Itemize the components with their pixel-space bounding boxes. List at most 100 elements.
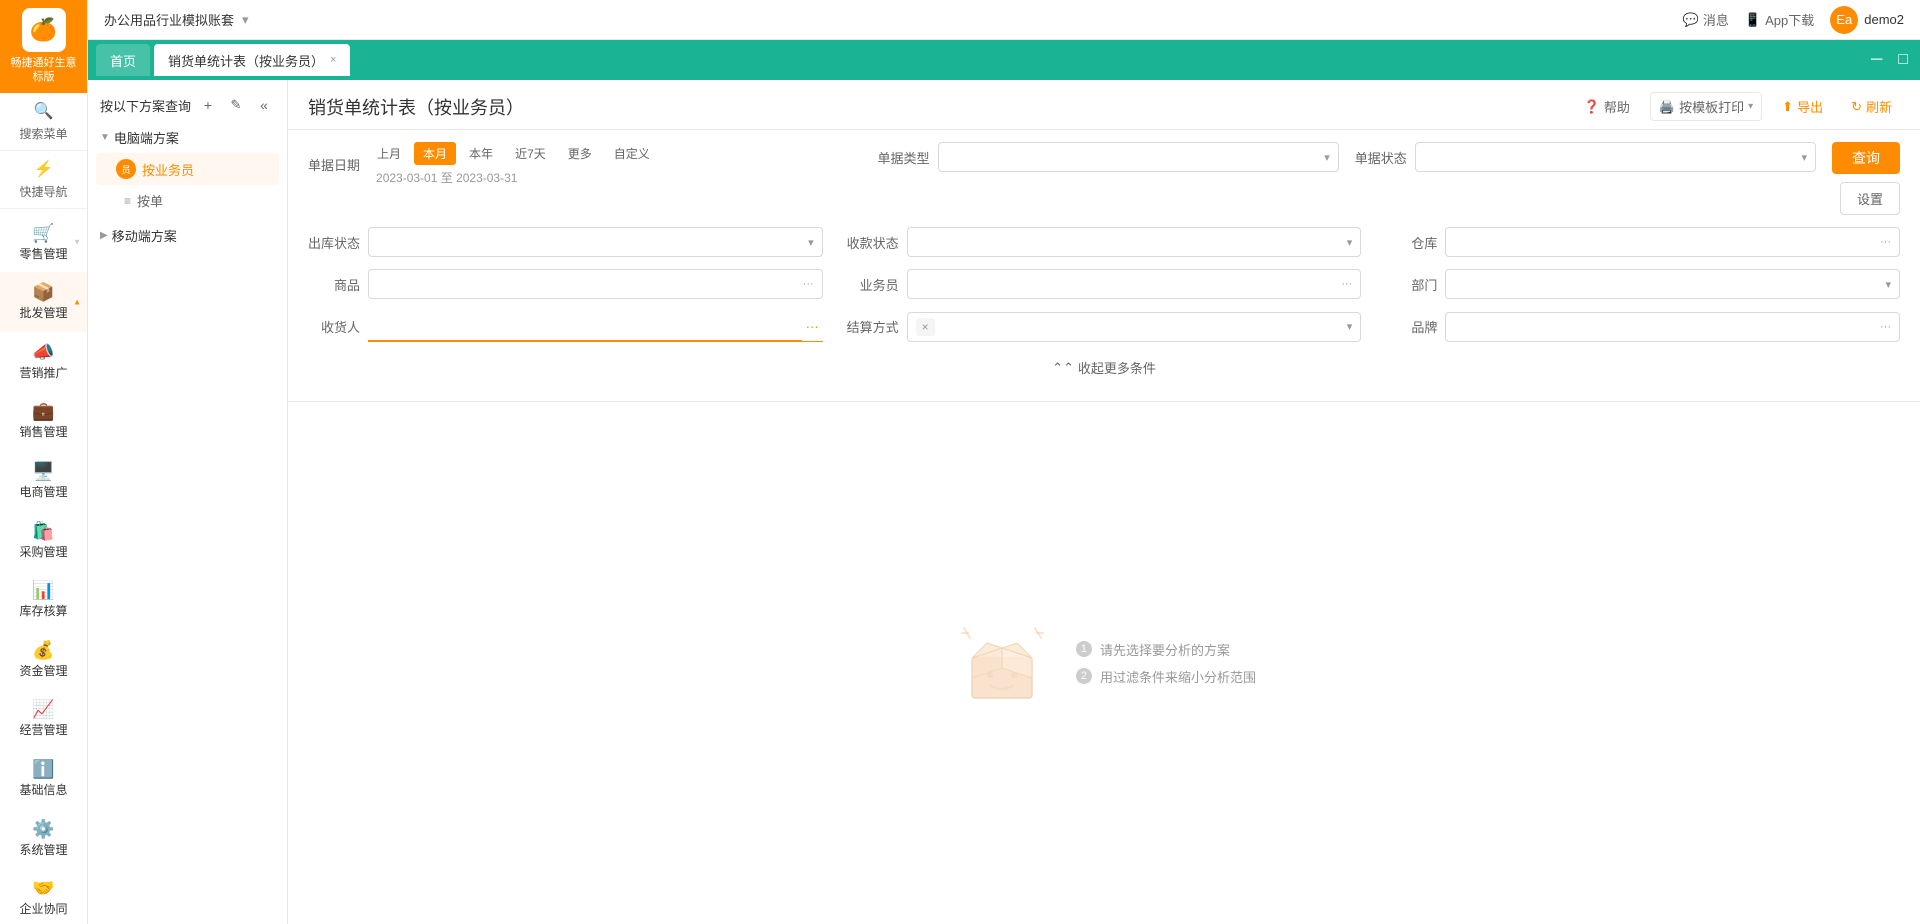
doc-type-label: 单据类型 xyxy=(878,148,930,167)
left-panel-title: 按以下方案查询 xyxy=(100,96,191,115)
sidebar-item-retail[interactable]: 🛒 零售管理 ▼ xyxy=(0,213,87,273)
schema-item-by-order[interactable]: ≡ 按单 xyxy=(96,185,279,216)
group-expand-icon: ▼ xyxy=(100,132,110,143)
search-icon: 🔍 xyxy=(34,101,54,121)
help-button[interactable]: ❓ 帮助 xyxy=(1576,93,1638,120)
goods-label: 商品 xyxy=(308,275,360,294)
settlement-tag-item: × xyxy=(916,318,935,336)
refresh-label: 刷新 xyxy=(1866,97,1892,116)
sidebar-item-basic[interactable]: ℹ️ 基础信息 xyxy=(0,749,87,809)
date-btn-this-month[interactable]: 本月 xyxy=(414,142,456,165)
mobile-schema-label: 移动端方案 xyxy=(112,226,177,245)
user-menu[interactable]: Ea demo2 xyxy=(1830,6,1904,34)
setting-button[interactable]: 设置 xyxy=(1840,182,1900,215)
tabbar: 首页 销货单统计表（按业务员） × ─ □ xyxy=(88,40,1920,80)
edit-schema-button[interactable]: ✎ xyxy=(225,94,247,116)
tab-home[interactable]: 首页 xyxy=(96,44,150,76)
doc-status-select[interactable]: ▾ xyxy=(1415,142,1816,172)
sidebar-search[interactable]: 🔍 搜索菜单 xyxy=(0,93,87,151)
collapse-label: 收起更多条件 xyxy=(1078,358,1156,377)
sidebar-item-ecommerce[interactable]: 🖥️ 电商管理 xyxy=(0,451,87,511)
filter-area: 单据日期 上月 本月 本年 近7天 更多 自定义 2023-03-01 至 20… xyxy=(288,130,1920,402)
desktop-schema-label: 电脑端方案 xyxy=(114,128,179,147)
date-btn-last-7[interactable]: 近7天 xyxy=(506,142,555,165)
sidebar-item-inventory[interactable]: 📊 库存核算 xyxy=(0,570,87,630)
page-title: 销货单统计表（按业务员） xyxy=(308,94,524,120)
collapse-panel-button[interactable]: « xyxy=(253,94,275,116)
tip-num-2: 2 xyxy=(1076,668,1092,684)
tab-active[interactable]: 销货单统计表（按业务员） × xyxy=(154,44,350,76)
app-download-label: App下载 xyxy=(1765,10,1814,29)
tip-text-2: 用过滤条件来缩小分析范围 xyxy=(1100,667,1256,686)
salesperson-label: 业务员 xyxy=(847,275,899,294)
collapse-row: ⌃⌃ 收起更多条件 xyxy=(308,346,1900,389)
mobile-schema-group-header[interactable]: ▶ 移动端方案 xyxy=(96,220,279,251)
tab-minimize-icon[interactable]: ─ xyxy=(1867,47,1886,73)
print-icon: 🖨️ xyxy=(1659,99,1675,115)
logo[interactable]: 🍊 畅捷通好生意 标版 xyxy=(0,0,87,93)
settlement-tag-close[interactable]: × xyxy=(922,320,929,334)
query-button[interactable]: 查询 xyxy=(1832,142,1900,174)
sidebar-item-marketing[interactable]: 📣 营销推广 xyxy=(0,332,87,392)
doc-status-arrow: ▾ xyxy=(1801,151,1807,164)
refresh-button[interactable]: ↻ 刷新 xyxy=(1843,93,1900,120)
receiver-input[interactable] xyxy=(368,311,802,341)
sidebar-item-finance[interactable]: 💰 资金管理 xyxy=(0,630,87,690)
out-status-label: 出库状态 xyxy=(308,233,360,252)
payment-status-select[interactable]: ▾ xyxy=(907,227,1362,257)
print-button[interactable]: 🖨️ 按模板打印 ▾ xyxy=(1650,92,1762,121)
app-download-button[interactable]: 📱 App下载 xyxy=(1745,10,1814,29)
sidebar-item-operations[interactable]: 📈 经营管理 xyxy=(0,689,87,749)
sidebar-menu: 🛒 零售管理 ▼ 📦 批发管理 ▲ 📣 营销推广 💼 销售管理 🖥️ 电商管理 … xyxy=(0,209,87,924)
desktop-schema-group-header[interactable]: ▼ 电脑端方案 xyxy=(96,122,279,153)
out-status-select[interactable]: ▾ xyxy=(368,227,823,257)
department-label: 部门 xyxy=(1385,275,1437,294)
right-panel: 销货单统计表（按业务员） ❓ 帮助 🖨️ 按模板打印 ▾ ⬆ 导出 xyxy=(288,80,1920,924)
warehouse-select[interactable]: ··· xyxy=(1445,227,1900,257)
export-button[interactable]: ⬆ 导出 xyxy=(1774,93,1831,120)
sidebar-quicknav[interactable]: ⚡ 快捷导航 xyxy=(0,151,87,209)
schema-item-by-salesperson[interactable]: 员 按业务员 xyxy=(96,153,279,185)
sidebar-item-purchase[interactable]: 🛍️ 采购管理 xyxy=(0,511,87,571)
department-select[interactable]: ▾ xyxy=(1445,269,1900,299)
sidebar-item-sales[interactable]: 💼 销售管理 xyxy=(0,391,87,451)
tab-close-icon[interactable]: × xyxy=(330,54,336,66)
date-btn-custom[interactable]: 自定义 xyxy=(605,142,659,165)
print-label: 按模板打印 xyxy=(1679,97,1744,116)
sidebar-item-retail-label: 零售管理 xyxy=(19,247,67,263)
collapse-icon: « xyxy=(260,97,268,113)
sidebar-item-enterprise[interactable]: 🤝 企业协同 xyxy=(0,868,87,924)
page-header: 销货单统计表（按业务员） ❓ 帮助 🖨️ 按模板打印 ▾ ⬆ 导出 xyxy=(288,80,1920,130)
topbar-title: 办公用品行业模拟账套 xyxy=(104,10,234,29)
tab-maximize-icon[interactable]: □ xyxy=(1894,47,1912,73)
doc-type-arrow: ▾ xyxy=(1324,151,1330,164)
date-btn-more[interactable]: 更多 xyxy=(559,142,601,165)
brand-label: 品牌 xyxy=(1385,317,1437,336)
brand-select[interactable]: ··· xyxy=(1445,312,1900,342)
purchase-icon: 🛍️ xyxy=(32,521,54,542)
add-icon: + xyxy=(204,97,212,113)
topbar-dropdown-arrow[interactable]: ▾ xyxy=(242,12,249,28)
receiver-dots[interactable]: ··· xyxy=(802,319,823,334)
help-label: 帮助 xyxy=(1604,97,1630,116)
date-btn-last-month[interactable]: 上月 xyxy=(368,142,410,165)
collapse-button[interactable]: ⌃⌃ 收起更多条件 xyxy=(1040,354,1168,381)
settlement-label: 结算方式 xyxy=(847,317,899,336)
salesperson-select[interactable]: ··· xyxy=(907,269,1362,299)
date-btn-this-year[interactable]: 本年 xyxy=(460,142,502,165)
settlement-select[interactable]: × ▾ xyxy=(907,312,1362,342)
empty-state: 1 请先选择要分析的方案 2 用过滤条件来缩小分析范围 xyxy=(952,613,1256,713)
doc-type-select[interactable]: ▾ xyxy=(938,142,1339,172)
enterprise-icon: 🤝 xyxy=(32,878,54,899)
message-button[interactable]: 💬 消息 xyxy=(1683,10,1729,29)
query-buttons: 查询 设置 xyxy=(1832,142,1900,215)
sidebar-search-label: 搜索菜单 xyxy=(19,125,67,142)
quicknav-icon: ⚡ xyxy=(34,159,54,179)
sidebar-item-wholesale[interactable]: 📦 批发管理 ▲ xyxy=(0,272,87,332)
sidebar-item-system[interactable]: ⚙️ 系统管理 xyxy=(0,809,87,869)
salesperson-dots: ··· xyxy=(1341,278,1352,290)
goods-select[interactable]: ··· xyxy=(368,269,823,299)
schema-order-label: 按单 xyxy=(137,191,163,210)
add-schema-button[interactable]: + xyxy=(197,94,219,116)
sidebar-item-sales-label: 销售管理 xyxy=(19,425,67,441)
